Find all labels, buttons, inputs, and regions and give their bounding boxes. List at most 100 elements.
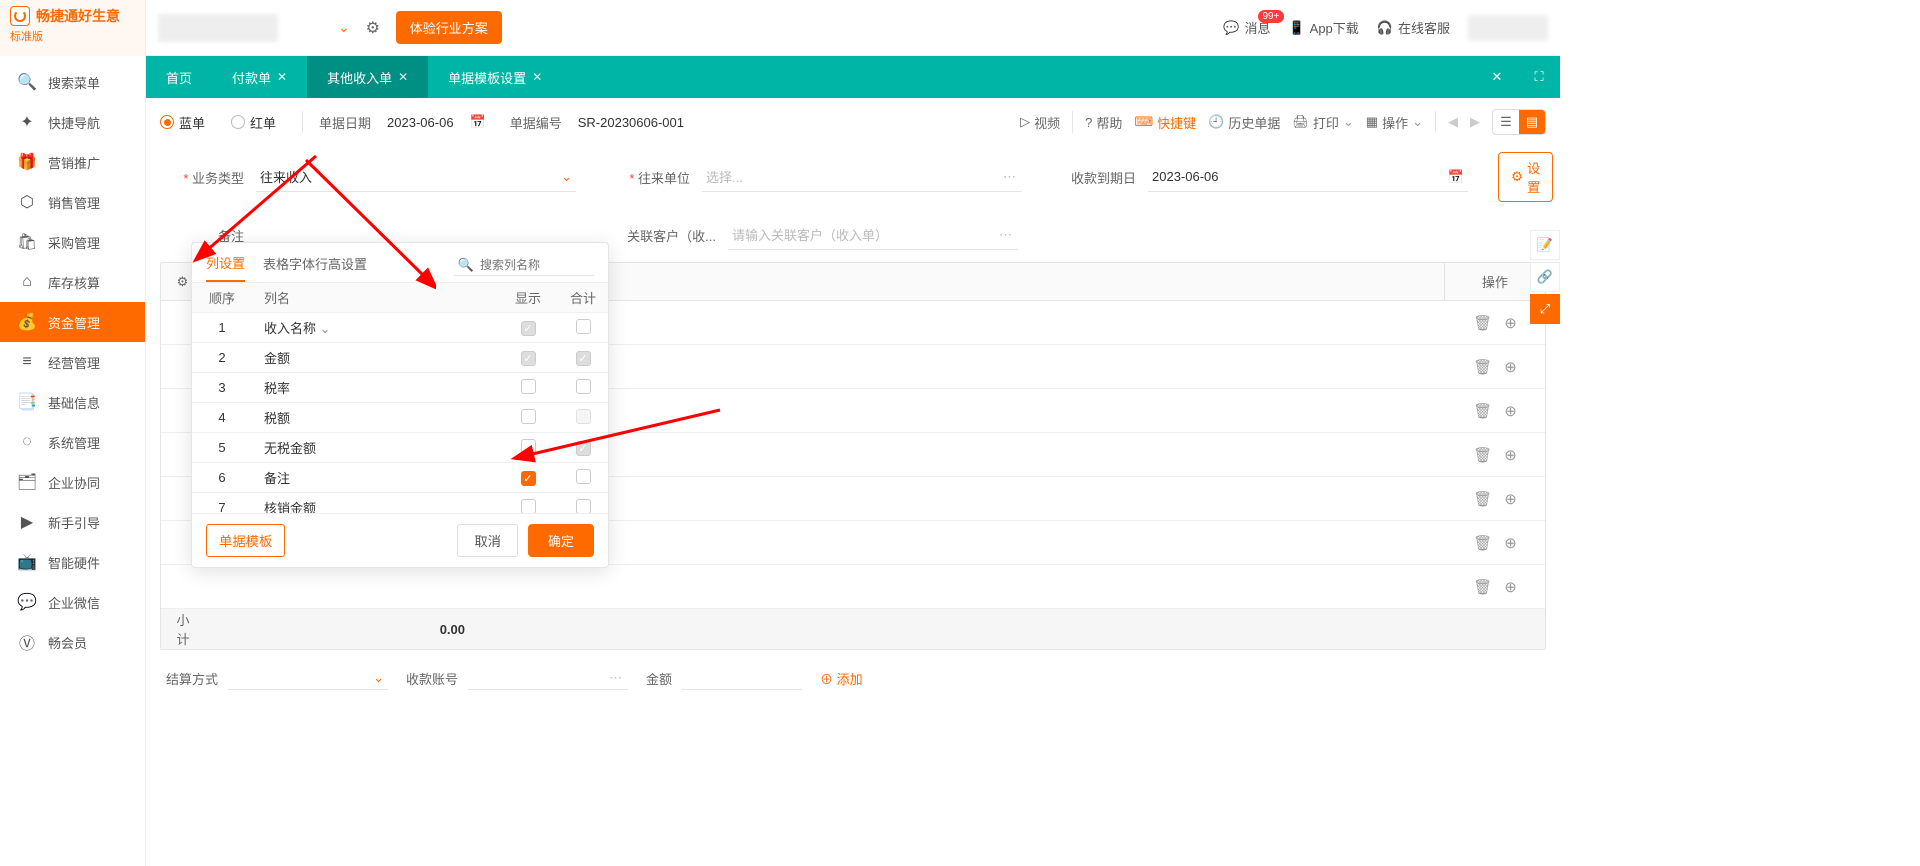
calendar-icon[interactable]: 📅 <box>470 114 486 130</box>
sidebar-item[interactable]: 🛍采购管理 <box>0 222 145 262</box>
popover-tab-font[interactable]: 表格字体行高设置 <box>263 254 367 281</box>
checkbox-icon[interactable] <box>521 439 536 454</box>
delete-icon[interactable]: 🗑 <box>1473 490 1492 508</box>
sidebar-item[interactable]: 💬企业微信 <box>0 582 145 622</box>
print-link[interactable]: 🖨打印⌄ <box>1292 113 1353 132</box>
messages-link[interactable]: 💬 消息 99+ <box>1223 18 1270 37</box>
insert-icon[interactable]: ⊕ <box>1504 402 1517 420</box>
template-button[interactable]: 单据模板 <box>206 524 285 557</box>
sidebar-item[interactable]: 🗂企业协同 <box>0 462 145 502</box>
settle-account-field[interactable]: ⋯ <box>468 666 628 690</box>
tab-close-all-icon[interactable]: ✕ <box>1476 56 1518 98</box>
sidebar-item[interactable]: ⬡销售管理 <box>0 182 145 222</box>
experience-button[interactable]: 体验行业方案 <box>396 11 502 44</box>
close-icon[interactable]: ✕ <box>398 70 408 84</box>
sidebar-item[interactable]: 🔍搜索菜单 <box>0 62 145 102</box>
video-link[interactable]: ▷视频 <box>1020 113 1060 132</box>
rail-link-icon[interactable]: 🔗 <box>1530 262 1560 292</box>
insert-icon[interactable]: ⊕ <box>1504 578 1517 596</box>
cancel-button[interactable]: 取消 <box>457 524 518 557</box>
close-icon[interactable]: ✕ <box>532 70 542 84</box>
delete-icon[interactable]: 🗑 <box>1473 534 1492 552</box>
checkbox-icon[interactable]: ✓ <box>521 471 536 486</box>
delete-icon[interactable]: 🗑 <box>1473 578 1492 596</box>
sidebar-item[interactable]: ▶新手引导 <box>0 502 145 542</box>
app-download-link[interactable]: 📱 App下载 <box>1288 18 1358 37</box>
rail-note-icon[interactable]: 📝 <box>1530 230 1560 260</box>
settings-button[interactable]: ⚙设置 <box>1498 152 1553 202</box>
sidebar-item[interactable]: 🎁营销推广 <box>0 142 145 182</box>
next-icon[interactable]: ▶ <box>1470 114 1480 130</box>
tab[interactable]: 单据模板设置✕ <box>428 56 562 98</box>
sidebar-item[interactable]: Ⓥ畅会员 <box>0 622 145 662</box>
radio-blue[interactable]: 蓝单 <box>160 113 205 132</box>
shortcut-link[interactable]: ⌨快捷键 <box>1134 113 1196 132</box>
rel-customer-field[interactable]: 请输入关联客户（收入单） ⋯ <box>728 220 1018 250</box>
insert-icon[interactable]: ⊕ <box>1504 490 1517 508</box>
checkbox-icon[interactable] <box>576 319 591 334</box>
delete-icon[interactable]: 🗑 <box>1473 358 1492 376</box>
sidebar-item[interactable]: ⌂库存核算 <box>0 262 145 302</box>
sidebar-item[interactable]: ◌系统管理 <box>0 422 145 462</box>
view-card-icon[interactable]: ▤ <box>1519 110 1545 134</box>
tab[interactable]: 首页 <box>146 56 212 98</box>
checkbox-icon[interactable] <box>576 379 591 394</box>
menu-label: 企业微信 <box>48 593 100 612</box>
menu-label: 销售管理 <box>48 193 100 212</box>
insert-icon[interactable]: ⊕ <box>1504 534 1517 552</box>
insert-icon[interactable]: ⊕ <box>1504 314 1517 332</box>
checkbox-icon[interactable]: ✓ <box>521 321 536 336</box>
delete-icon[interactable]: 🗑 <box>1473 314 1492 332</box>
sidebar-item[interactable]: ✦快捷导航 <box>0 102 145 142</box>
rail-expand-icon[interactable]: ⤢ <box>1530 294 1560 324</box>
more-icon: ⋯ <box>609 670 624 686</box>
settle-method-field[interactable]: ⌄ <box>228 666 388 690</box>
checkbox-icon[interactable] <box>576 469 591 484</box>
more-icon[interactable]: ⋯ <box>999 227 1014 243</box>
popover-search-input[interactable] <box>480 258 590 272</box>
settle-amount-field[interactable] <box>682 666 802 690</box>
insert-icon[interactable]: ⊕ <box>1504 446 1517 464</box>
checkbox-icon[interactable] <box>521 379 536 394</box>
sidebar-item[interactable]: 📺智能硬件 <box>0 542 145 582</box>
tab[interactable]: 其他收入单✕ <box>307 56 428 98</box>
more-icon[interactable]: ⋯ <box>1003 169 1018 185</box>
prev-icon[interactable]: ◀ <box>1448 114 1458 130</box>
operate-link[interactable]: ▦操作⌄ <box>1366 113 1423 132</box>
keyboard-icon: ⌨ <box>1134 114 1153 130</box>
popover-search[interactable]: 🔍 <box>454 255 594 276</box>
customer-service-link[interactable]: 🎧 在线客服 <box>1377 18 1450 37</box>
checkbox-icon[interactable] <box>521 409 536 424</box>
partner-field[interactable]: 选择... ⋯ <box>702 162 1022 192</box>
checkbox-icon[interactable]: ✓ <box>576 441 591 456</box>
checkbox-icon[interactable]: ✓ <box>576 351 591 366</box>
checkbox-icon[interactable]: ✓ <box>521 351 536 366</box>
add-link[interactable]: ⊕ 添加 <box>820 669 863 688</box>
calendar-icon[interactable]: 📅 <box>1448 169 1464 185</box>
tab-expand-icon[interactable]: ⛶ <box>1518 56 1560 98</box>
chevron-down-icon[interactable]: ⌄ <box>338 19 350 36</box>
delete-icon[interactable]: 🗑 <box>1473 446 1492 464</box>
history-link[interactable]: 🕘历史单据 <box>1208 113 1280 132</box>
delete-icon[interactable]: 🗑 <box>1473 402 1492 420</box>
due-date-field[interactable]: 2023-06-06 📅 <box>1148 162 1468 192</box>
popover-tab-columns[interactable]: 列设置 <box>206 253 245 282</box>
insert-icon[interactable]: ⊕ <box>1504 358 1517 376</box>
checkbox-icon[interactable] <box>521 499 536 514</box>
biz-type-field[interactable]: 往来收入 ⌄ <box>256 162 576 192</box>
sidebar-item[interactable]: 💰资金管理 <box>0 302 145 342</box>
menu-icon: ⌂ <box>18 273 36 291</box>
user-avatar-blur[interactable] <box>1468 15 1548 41</box>
checkbox-icon[interactable] <box>576 499 591 514</box>
view-list-icon[interactable]: ☰ <box>1493 110 1519 134</box>
help-link[interactable]: ?帮助 <box>1085 113 1122 132</box>
close-icon[interactable]: ✕ <box>277 70 287 84</box>
radio-red[interactable]: 红单 <box>231 113 276 132</box>
sidebar-item[interactable]: ≡经营管理 <box>0 342 145 382</box>
ok-button[interactable]: 确定 <box>528 524 594 557</box>
doc-date-value[interactable]: 2023-06-06 <box>387 115 454 130</box>
table-row[interactable]: 🗑⊕ <box>161 565 1545 609</box>
sidebar-item[interactable]: 📑基础信息 <box>0 382 145 422</box>
gear-icon[interactable]: ⚙ <box>360 15 386 41</box>
tab[interactable]: 付款单✕ <box>212 56 307 98</box>
